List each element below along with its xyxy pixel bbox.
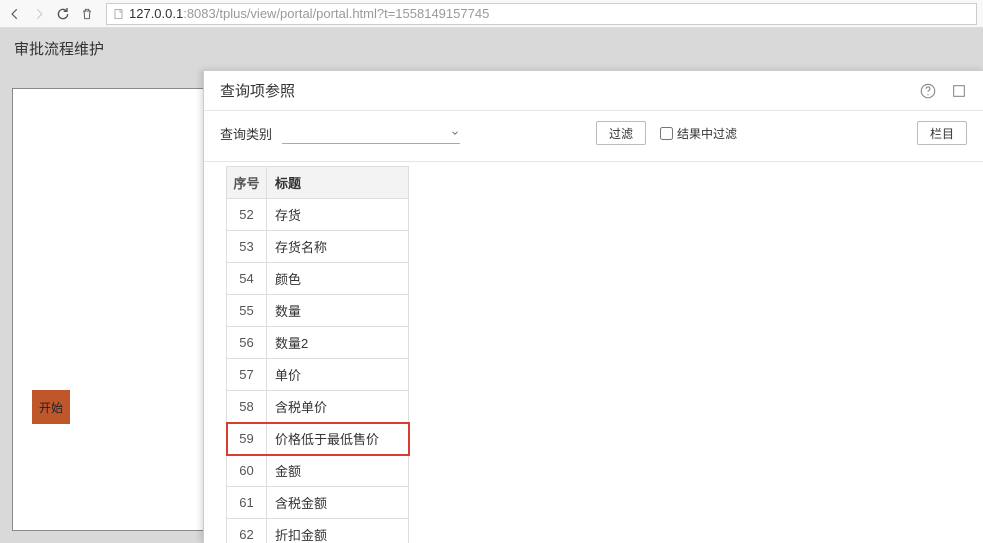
row-seq: 57 — [227, 359, 267, 391]
row-title: 含税金额 — [267, 487, 409, 519]
row-seq: 61 — [227, 487, 267, 519]
row-seq: 60 — [227, 455, 267, 487]
table-row[interactable]: 58含税单价 — [227, 391, 409, 423]
chevron-down-icon — [450, 128, 460, 138]
table-row[interactable]: 60金额 — [227, 455, 409, 487]
row-seq: 55 — [227, 295, 267, 327]
row-seq: 59 — [227, 423, 267, 455]
filter-button[interactable]: 过滤 — [596, 121, 646, 145]
results-table: 序号 标题 52存货53存货名称54颜色55数量56数量257单价58含税单价5… — [226, 166, 409, 543]
lookup-dialog: 查询项参照 查询类别 过滤 结果中过滤 栏目 — [203, 70, 983, 543]
table-row[interactable]: 61含税金额 — [227, 487, 409, 519]
help-icon[interactable] — [919, 82, 937, 100]
row-title: 价格低于最低售价 — [267, 423, 409, 455]
row-title: 折扣金额 — [267, 519, 409, 543]
row-title: 数量 — [267, 295, 409, 327]
page-background: 审批流程维护 开始 查询项参照 查询类别 过滤 — [0, 28, 983, 543]
delete-icon[interactable] — [78, 5, 96, 23]
row-title: 存货名称 — [267, 231, 409, 263]
maximize-icon[interactable] — [951, 83, 967, 99]
filter-in-result[interactable]: 结果中过滤 — [660, 125, 737, 142]
filter-bar: 查询类别 过滤 结果中过滤 栏目 — [204, 111, 983, 162]
row-title: 数量2 — [267, 327, 409, 359]
table-wrap: 序号 标题 52存货53存货名称54颜色55数量56数量257单价58含税单价5… — [204, 162, 983, 543]
url-text: 127.0.0.1:8083/tplus/view/portal/portal.… — [129, 6, 489, 21]
col-title[interactable]: 标题 — [267, 167, 409, 199]
row-seq: 53 — [227, 231, 267, 263]
start-node[interactable]: 开始 — [32, 390, 70, 424]
browser-toolbar: 127.0.0.1:8083/tplus/view/portal/portal.… — [0, 0, 983, 28]
forward-button[interactable] — [30, 5, 48, 23]
query-category-label: 查询类别 — [220, 124, 272, 143]
filter-in-result-checkbox[interactable] — [660, 127, 673, 140]
col-seq[interactable]: 序号 — [227, 167, 267, 199]
row-title: 存货 — [267, 199, 409, 231]
table-row[interactable]: 55数量 — [227, 295, 409, 327]
table-row[interactable]: 54颜色 — [227, 263, 409, 295]
table-row[interactable]: 62折扣金额 — [227, 519, 409, 543]
row-title: 单价 — [267, 359, 409, 391]
table-row[interactable]: 56数量2 — [227, 327, 409, 359]
dialog-title: 查询项参照 — [220, 80, 919, 101]
row-seq: 58 — [227, 391, 267, 423]
row-title: 金额 — [267, 455, 409, 487]
query-category-select[interactable] — [282, 122, 460, 144]
table-row[interactable]: 57单价 — [227, 359, 409, 391]
table-row[interactable]: 52存货 — [227, 199, 409, 231]
row-seq: 56 — [227, 327, 267, 359]
row-title: 颜色 — [267, 263, 409, 295]
page-title: 审批流程维护 — [0, 28, 983, 69]
dialog-header: 查询项参照 — [204, 71, 983, 111]
address-bar[interactable]: 127.0.0.1:8083/tplus/view/portal/portal.… — [106, 3, 977, 25]
columns-button[interactable]: 栏目 — [917, 121, 967, 145]
row-title: 含税单价 — [267, 391, 409, 423]
row-seq: 62 — [227, 519, 267, 543]
table-row[interactable]: 59价格低于最低售价 — [227, 423, 409, 455]
back-button[interactable] — [6, 5, 24, 23]
row-seq: 54 — [227, 263, 267, 295]
row-seq: 52 — [227, 199, 267, 231]
page-icon — [113, 8, 125, 20]
reload-button[interactable] — [54, 5, 72, 23]
table-row[interactable]: 53存货名称 — [227, 231, 409, 263]
